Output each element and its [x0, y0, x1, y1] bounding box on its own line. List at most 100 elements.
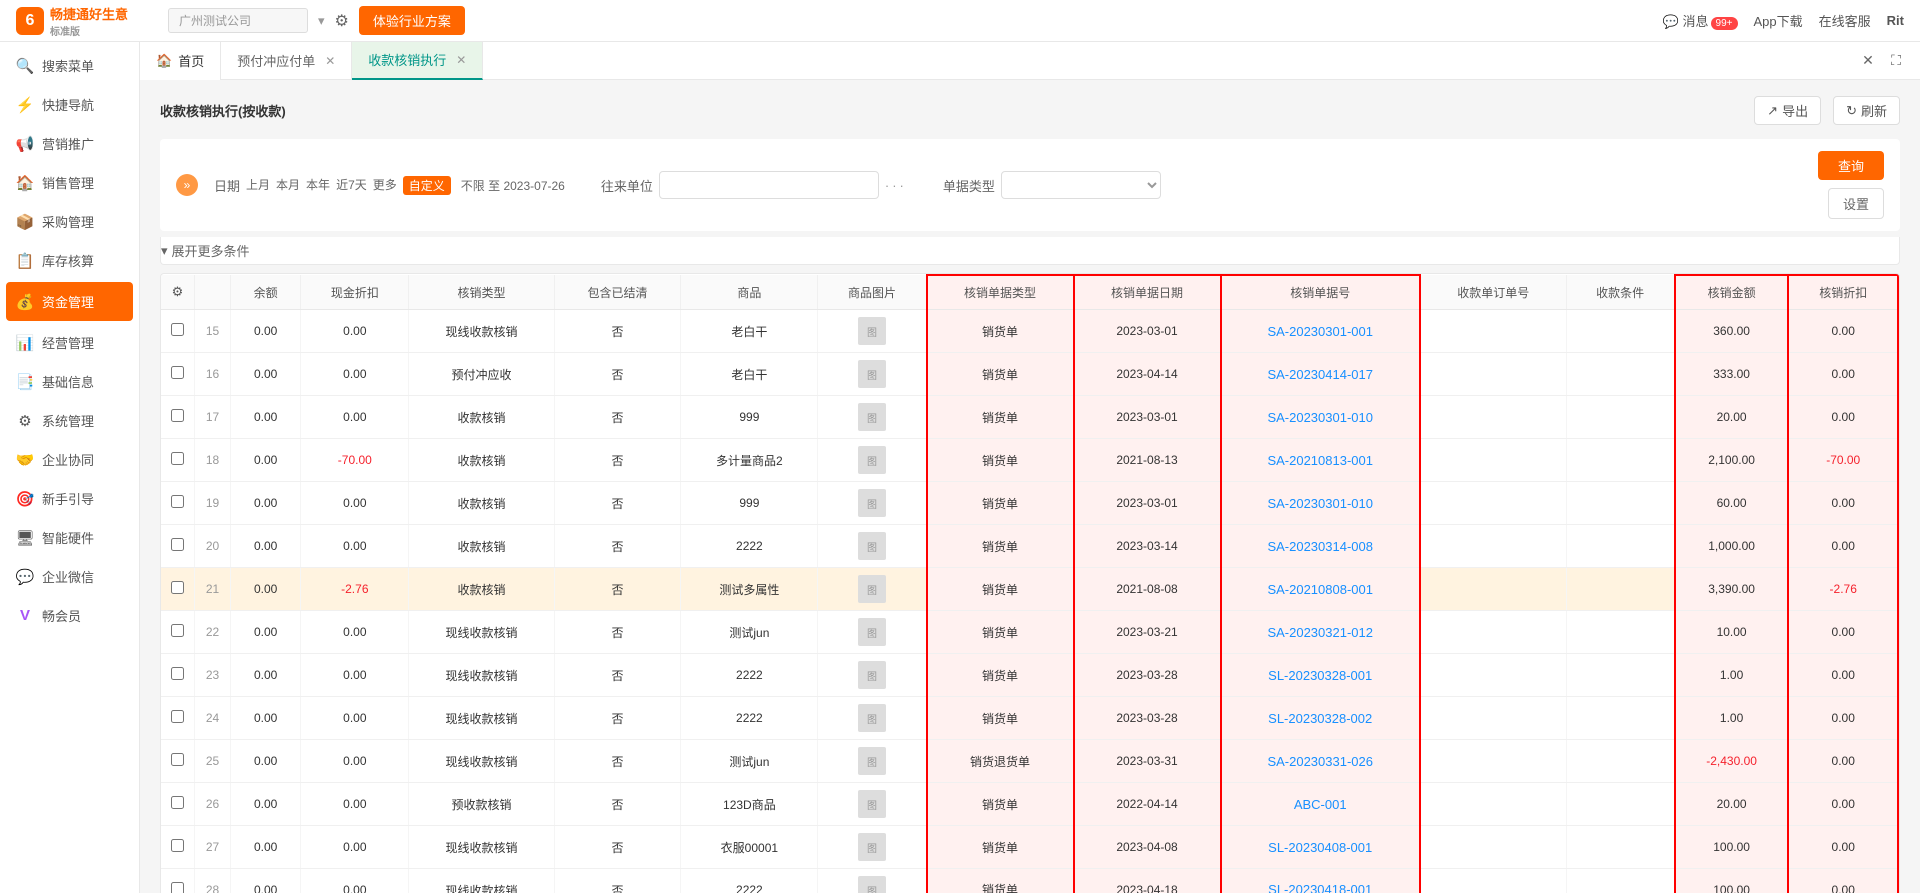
cell-bill-no[interactable]: SA-20230301-010 [1221, 482, 1420, 525]
user-name[interactable]: Rit [1887, 13, 1904, 28]
filter-bill-type-group: 单据类型 [943, 171, 1161, 199]
tab-prepay[interactable]: 预付冲应付单 ✕ [221, 42, 352, 80]
expand-conditions-btn[interactable]: ▾ 展开更多条件 [161, 241, 1899, 260]
message-icon[interactable]: 💬 消息99+ [1663, 11, 1738, 30]
cell-product-img: 图 [818, 568, 927, 611]
tab-collection[interactable]: 收款核销执行 ✕ [352, 42, 483, 80]
refresh-btn[interactable]: ↻ 刷新 [1833, 96, 1900, 125]
cell-bill-no[interactable]: SA-20230414-017 [1221, 353, 1420, 396]
cell-bill-no[interactable]: SA-20230301-010 [1221, 396, 1420, 439]
cell-checkbox[interactable] [161, 310, 195, 353]
cell-product-img: 图 [818, 396, 927, 439]
sidebar-item-hardware[interactable]: 🖥 智能硬件 [0, 518, 139, 557]
tab-close-all-btn[interactable]: ✕ [1856, 49, 1880, 73]
company-name: 广州测试公司 [168, 8, 308, 33]
cell-receipt-order-no [1420, 654, 1566, 697]
cell-checkbox[interactable] [161, 740, 195, 783]
cell-bill-date: 2023-03-28 [1074, 654, 1221, 697]
cell-checkbox[interactable] [161, 482, 195, 525]
sidebar-item-inventory[interactable]: 📋 库存核算 [0, 241, 139, 280]
cell-checkbox[interactable] [161, 826, 195, 869]
tab-home[interactable]: 🏠 首页 [140, 42, 221, 80]
cell-bill-report-type: 销货单 [927, 654, 1074, 697]
cell-bill-no[interactable]: SL-20230328-001 [1221, 654, 1420, 697]
cell-verification-discount: 0.00 [1788, 740, 1898, 783]
cell-receipt-condition [1566, 826, 1675, 869]
cell-checkbox[interactable] [161, 654, 195, 697]
app-sub: 标准版 [50, 23, 128, 38]
tab-expand-btn[interactable]: ⛶ [1884, 49, 1908, 73]
sidebar-item-member[interactable]: V 畅会员 [0, 596, 139, 635]
cell-include-settled: 否 [554, 826, 681, 869]
counterpart-input[interactable] [659, 171, 879, 199]
cell-bill-no[interactable]: SL-20230328-002 [1221, 697, 1420, 740]
cell-num: 15 [195, 310, 231, 353]
sidebar-item-marketing[interactable]: 📢 营销推广 [0, 124, 139, 163]
cell-balance: 0.00 [231, 353, 301, 396]
settings-icon[interactable]: ⚙ [335, 11, 349, 31]
date-this-year[interactable]: 本年 [306, 176, 330, 195]
cell-checkbox[interactable] [161, 568, 195, 611]
cell-include-settled: 否 [554, 611, 681, 654]
cell-include-settled: 否 [554, 396, 681, 439]
cell-bill-date: 2023-03-28 [1074, 697, 1221, 740]
sidebar-item-sales[interactable]: 🏠 销售管理 [0, 163, 139, 202]
tab-prepay-close[interactable]: ✕ [325, 54, 335, 68]
cell-bill-no[interactable]: SL-20230408-001 [1221, 826, 1420, 869]
sidebar-item-finance[interactable]: 💰 资金管理 [6, 282, 133, 321]
solution-btn[interactable]: 体验行业方案 [359, 6, 465, 35]
cell-verification-amount: 360.00 [1675, 310, 1789, 353]
query-btn[interactable]: 查询 [1818, 151, 1884, 180]
tab-collection-close[interactable]: ✕ [456, 53, 466, 67]
date-7days[interactable]: 近7天 [336, 176, 367, 195]
cell-bill-no[interactable]: SA-20230321-012 [1221, 611, 1420, 654]
sidebar-item-guide[interactable]: 🎯 新手引导 [0, 479, 139, 518]
cell-checkbox[interactable] [161, 611, 195, 654]
cell-verification-amount: 2,100.00 [1675, 439, 1789, 482]
sidebar-item-enterprise[interactable]: 🤝 企业协同 [0, 440, 139, 479]
th-settings[interactable]: ⚙ [161, 275, 195, 310]
cell-checkbox[interactable] [161, 697, 195, 740]
date-this-month[interactable]: 本月 [276, 176, 300, 195]
cell-checkbox[interactable] [161, 783, 195, 826]
message-label: 消息 [1683, 14, 1709, 29]
top-bar: 6 畅捷通好生意 标准版 广州测试公司 ▾ ⚙ 体验行业方案 💬 消息99+ A… [0, 0, 1920, 42]
cell-bill-no[interactable]: SA-20230331-026 [1221, 740, 1420, 783]
sidebar-item-quicknav[interactable]: ⚡ 快捷导航 [0, 85, 139, 124]
bill-type-select[interactable] [1001, 171, 1161, 199]
cell-bill-no[interactable]: SA-20230301-001 [1221, 310, 1420, 353]
cell-bill-no[interactable]: ABC-001 [1221, 783, 1420, 826]
setting-btn[interactable]: 设置 [1828, 188, 1884, 219]
cell-checkbox[interactable] [161, 396, 195, 439]
app-download[interactable]: App下载 [1754, 11, 1803, 30]
cell-checkbox[interactable] [161, 353, 195, 396]
dropdown-icon[interactable]: ▾ [318, 13, 325, 29]
sidebar-item-operations[interactable]: 📊 经营管理 [0, 323, 139, 362]
basic-icon: 📑 [16, 373, 34, 391]
sidebar-item-purchase[interactable]: 📦 采购管理 [0, 202, 139, 241]
cell-checkbox[interactable] [161, 869, 195, 893]
cell-receipt-order-no [1420, 310, 1566, 353]
date-custom[interactable]: 自定义 [403, 176, 451, 195]
sidebar-item-basic[interactable]: 📑 基础信息 [0, 362, 139, 401]
cell-checkbox[interactable] [161, 439, 195, 482]
sidebar-item-wechat[interactable]: 💬 企业微信 [0, 557, 139, 596]
export-btn[interactable]: ↗ 导出 [1754, 96, 1821, 125]
table-row: 25 0.00 0.00 现线收款核销 否 测试jun 图 销货退货单 2023… [161, 740, 1898, 783]
cell-bill-no[interactable]: SA-20210808-001 [1221, 568, 1420, 611]
settings-col-icon[interactable]: ⚙ [172, 284, 184, 299]
sidebar-item-search[interactable]: 🔍 搜索菜单 [0, 46, 139, 85]
th-receipt-condition: 收款条件 [1566, 275, 1675, 310]
filter-expand-btn[interactable]: » [176, 174, 198, 196]
cell-bill-no[interactable]: SL-20230418-001 [1221, 869, 1420, 893]
online-support[interactable]: 在线客服 [1819, 11, 1871, 30]
cell-bill-no[interactable]: SA-20230314-008 [1221, 525, 1420, 568]
cell-cash-discount: -70.00 [301, 439, 409, 482]
sidebar-item-system[interactable]: ⚙ 系统管理 [0, 401, 139, 440]
cell-bill-no[interactable]: SA-20210813-001 [1221, 439, 1420, 482]
date-last-month[interactable]: 上月 [246, 176, 270, 195]
date-more[interactable]: 更多 [373, 176, 397, 195]
cell-num: 18 [195, 439, 231, 482]
cell-verification-amount: 100.00 [1675, 826, 1789, 869]
cell-checkbox[interactable] [161, 525, 195, 568]
